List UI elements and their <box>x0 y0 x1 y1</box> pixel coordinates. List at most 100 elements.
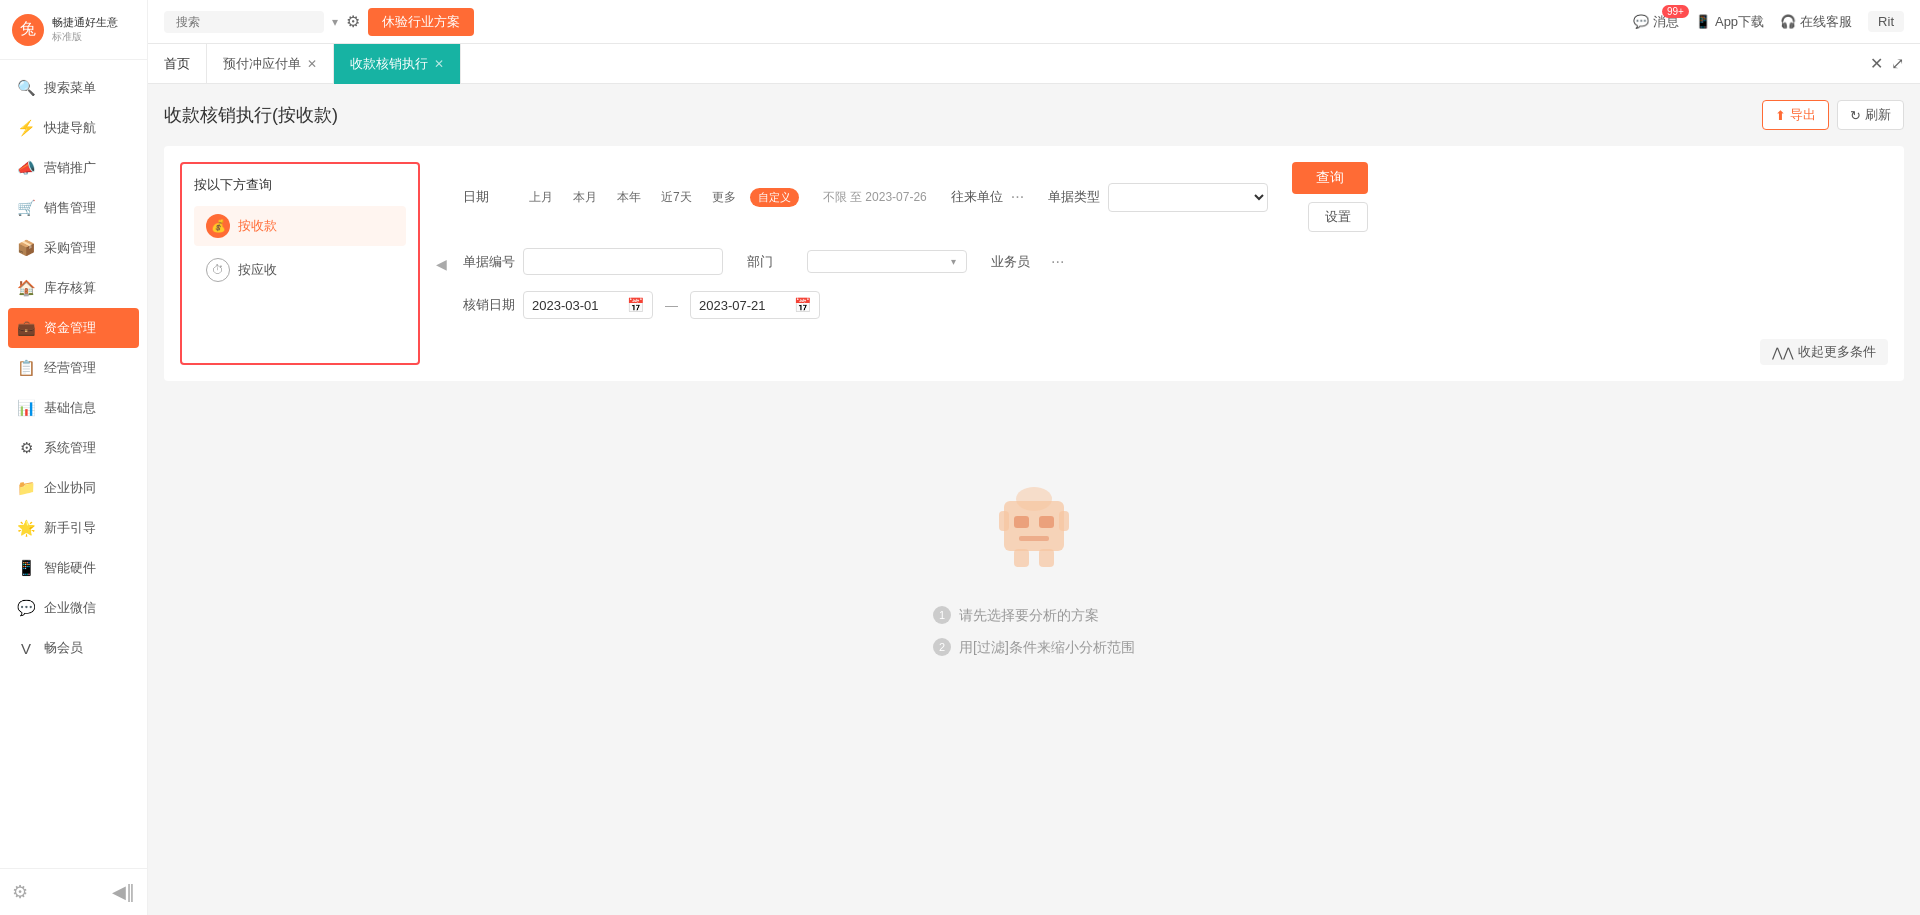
refresh-icon: ↻ <box>1850 108 1861 123</box>
close-tab-button[interactable]: ✕ <box>1870 54 1883 73</box>
filter-field-bill-number: 单据编号 <box>463 248 723 275</box>
sidebar-item-system[interactable]: ⚙ 系统管理 <box>0 428 147 468</box>
filter-option-by-receivable[interactable]: ⏱ 按应收 <box>194 250 406 290</box>
sidebar-item-operations[interactable]: 📋 经营管理 <box>0 348 147 388</box>
message-icon: 💬 <box>1633 14 1649 29</box>
sales-icon: 🛒 <box>16 198 36 218</box>
settings-icon[interactable]: ⚙ <box>12 881 28 903</box>
date-btn-this-year[interactable]: 本年 <box>611 187 647 208</box>
purchase-icon: 📦 <box>16 238 36 258</box>
verify-date-start-input[interactable]: 2023-03-01 📅 <box>523 291 653 319</box>
by-receipt-label: 按收款 <box>238 217 277 235</box>
app-name-block: 畅捷通好生意 标准版 <box>52 15 118 43</box>
date-btn-last-month[interactable]: 上月 <box>523 187 559 208</box>
tab-prepay[interactable]: 预付冲应付单 ✕ <box>207 44 334 84</box>
date-btn-7days[interactable]: 近7天 <box>655 187 698 208</box>
collapse-sidebar-icon[interactable]: ◀‖ <box>112 881 135 903</box>
sidebar-item-sales[interactable]: 🛒 销售管理 <box>0 188 147 228</box>
staff-input[interactable]: ··· <box>1051 253 1064 271</box>
tab-receipt[interactable]: 收款核销执行 ✕ <box>334 44 461 84</box>
topbar-search-input[interactable] <box>164 11 324 33</box>
filter-type-title: 按以下方查询 <box>194 176 406 194</box>
app-download-button[interactable]: 📱 App下载 <box>1695 13 1764 31</box>
filter-type-selector: 按以下方查询 💰 按收款 ⏱ 按应收 <box>180 162 420 365</box>
collapse-handle[interactable]: ◀ <box>436 162 447 365</box>
refresh-button[interactable]: ↻ 刷新 <box>1837 100 1904 130</box>
sidebar-item-vip[interactable]: V 畅会员 <box>0 628 147 668</box>
tab-bar: 首页 预付冲应付单 ✕ 收款核销执行 ✕ ✕ ⤢ <box>148 44 1920 84</box>
verify-date-end-input[interactable]: 2023-07-21 📅 <box>690 291 820 319</box>
inventory-icon: 🏠 <box>16 278 36 298</box>
bill-type-select[interactable] <box>1108 183 1268 212</box>
export-icon: ⬆ <box>1775 108 1786 123</box>
sidebar-item-wechat[interactable]: 💬 企业微信 <box>0 588 147 628</box>
filter-option-by-receipt[interactable]: 💰 按收款 <box>194 206 406 246</box>
sidebar-item-inventory[interactable]: 🏠 库存核算 <box>0 268 147 308</box>
user-profile[interactable]: Rit <box>1868 11 1904 32</box>
date-btn-custom[interactable]: 自定义 <box>750 188 799 207</box>
sidebar-item-guide[interactable]: 🌟 新手引导 <box>0 508 147 548</box>
sidebar-item-finance[interactable]: 💼 资金管理 <box>8 308 139 348</box>
sidebar-nav: 🔍 搜索菜单 ⚡ 快捷导航 📣 营销推广 🛒 销售管理 📦 采购管理 🏠 库存核… <box>0 60 147 868</box>
collapse-more-label: 收起更多条件 <box>1798 343 1876 361</box>
sidebar-item-wechat-label: 企业微信 <box>44 599 96 617</box>
dept-select[interactable]: ▾ <box>807 250 967 273</box>
filter-fields: 日期 上月 本月 本年 近7天 更多 自定义 不限 至 2023-07-26 <box>463 162 1888 365</box>
filter-panel: 按以下方查询 💰 按收款 ⏱ 按应收 ◀ <box>164 146 1904 381</box>
online-service-button[interactable]: 🎧 在线客服 <box>1780 13 1852 31</box>
query-button[interactable]: 查询 <box>1292 162 1368 194</box>
empty-hint-1-text: 请先选择要分析的方案 <box>959 601 1099 629</box>
export-label: 导出 <box>1790 106 1816 124</box>
empty-state: 1 请先选择要分析的方案 2 用[过滤]条件来缩小分析范围 <box>164 381 1904 745</box>
search-icon: 🔍 <box>16 78 36 98</box>
filter-field-date: 日期 上月 本月 本年 近7天 更多 自定义 <box>463 187 799 208</box>
sidebar-item-basic-label: 基础信息 <box>44 399 96 417</box>
sidebar-item-inventory-label: 库存核算 <box>44 279 96 297</box>
by-receivable-label: 按应收 <box>238 261 277 279</box>
message-badge: 99+ <box>1662 5 1689 18</box>
sidebar-item-sales-label: 销售管理 <box>44 199 96 217</box>
collapse-more-wrapper: ⋀⋀ 收起更多条件 <box>463 335 1888 365</box>
counterpart-input[interactable]: ··· <box>1011 188 1024 206</box>
sidebar-item-purchase-label: 采购管理 <box>44 239 96 257</box>
system-icon: ⚙ <box>16 438 36 458</box>
tab-prepay-label: 预付冲应付单 <box>223 55 301 73</box>
filter-field-dept: 部门 ▾ <box>747 250 967 273</box>
industry-solution-button[interactable]: 休验行业方案 <box>368 8 474 36</box>
svg-rect-3 <box>1019 536 1049 541</box>
sidebar-item-basic[interactable]: 📊 基础信息 <box>0 388 147 428</box>
svg-rect-6 <box>1014 549 1029 567</box>
collapse-more-button[interactable]: ⋀⋀ 收起更多条件 <box>1760 339 1888 365</box>
sidebar-item-hardware[interactable]: 📱 智能硬件 <box>0 548 147 588</box>
tab-home[interactable]: 首页 <box>148 44 207 84</box>
bill-number-input[interactable] <box>523 248 723 275</box>
message-button[interactable]: 💬 消息 99+ <box>1633 13 1679 31</box>
guide-icon: 🌟 <box>16 518 36 538</box>
tab-prepay-close-icon[interactable]: ✕ <box>307 57 317 71</box>
collapse-more-icon: ⋀⋀ <box>1772 345 1794 360</box>
export-button[interactable]: ⬆ 导出 <box>1762 100 1829 130</box>
main-content: ▾ ⚙ 休验行业方案 💬 消息 99+ 📱 App下载 🎧 在线客服 Rit <box>148 0 1920 915</box>
setting-button[interactable]: 设置 <box>1308 202 1368 232</box>
settings-gear-icon[interactable]: ⚙ <box>346 12 360 31</box>
expand-tab-button[interactable]: ⤢ <box>1891 54 1904 73</box>
date-shortcuts-group: 上月 本月 本年 近7天 更多 自定义 <box>523 187 799 208</box>
sidebar-item-enterprise[interactable]: 📁 企业协同 <box>0 468 147 508</box>
sidebar-item-enterprise-label: 企业协同 <box>44 479 96 497</box>
tabbar-actions: ✕ ⤢ <box>1870 54 1920 73</box>
hint-num-1: 1 <box>933 606 951 624</box>
calendar-start-icon: 📅 <box>627 297 644 313</box>
sidebar-item-shortcut[interactable]: ⚡ 快捷导航 <box>0 108 147 148</box>
svg-rect-5 <box>1059 511 1069 531</box>
staff-label: 业务员 <box>991 253 1043 271</box>
filter-row-1: 日期 上月 本月 本年 近7天 更多 自定义 不限 至 2023-07-26 <box>463 162 1888 232</box>
sidebar-item-search[interactable]: 🔍 搜索菜单 <box>0 68 147 108</box>
vip-icon: V <box>16 638 36 658</box>
by-receipt-icon: 💰 <box>206 214 230 238</box>
date-btn-this-month[interactable]: 本月 <box>567 187 603 208</box>
date-btn-more[interactable]: 更多 <box>706 187 742 208</box>
sidebar-item-marketing[interactable]: 📣 营销推广 <box>0 148 147 188</box>
service-label: 在线客服 <box>1800 13 1852 31</box>
sidebar-item-purchase[interactable]: 📦 采购管理 <box>0 228 147 268</box>
tab-receipt-close-icon[interactable]: ✕ <box>434 57 444 71</box>
